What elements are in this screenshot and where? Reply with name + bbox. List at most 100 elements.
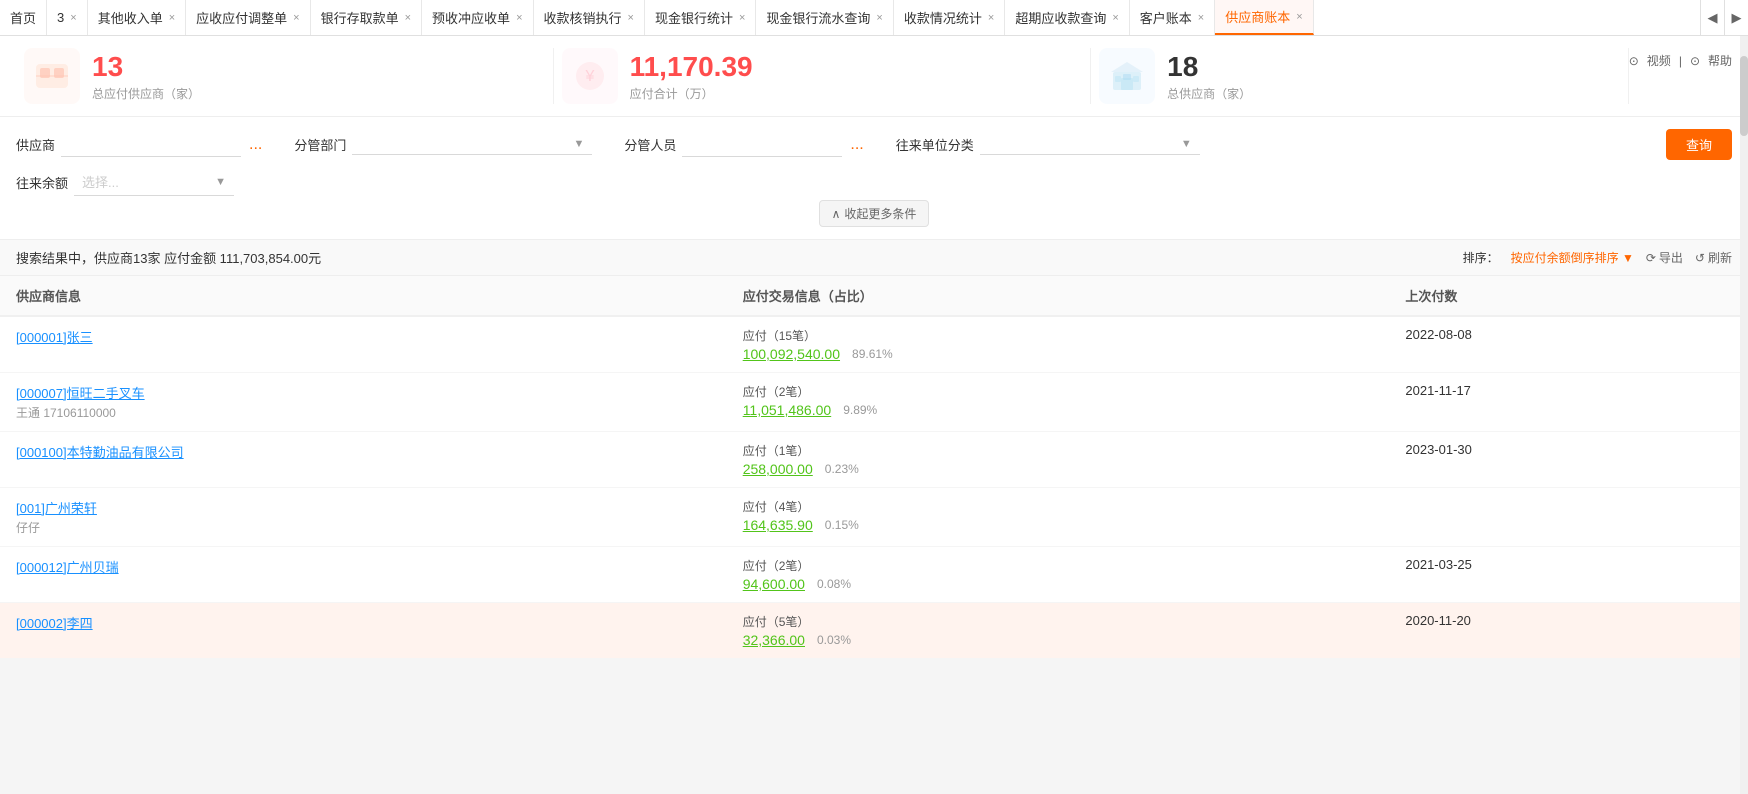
last-pay-cell: 2023-01-30 xyxy=(1389,432,1748,488)
scrollbar[interactable] xyxy=(1740,36,1748,794)
last-pay-cell xyxy=(1389,488,1748,547)
nav-tab-other-income-label: 其他收入单 xyxy=(98,8,163,27)
filter-row-1: 供应商 ... 分管部门 ▼ 分管人员 ... 往来单位分类 ▼ 查询 xyxy=(16,129,1732,160)
nav-tab-cash-stat[interactable]: 现金银行统计 × xyxy=(645,0,756,35)
supplier-info-cell: [001]广州荣轩仔仔 xyxy=(0,488,727,547)
close-tab-bank[interactable]: × xyxy=(405,12,411,24)
balance-dropdown-arrow: ▼ xyxy=(215,176,226,188)
category-select[interactable]: ▼ xyxy=(980,134,1200,155)
nav-tab-cash-flow-label: 现金银行流水查询 xyxy=(766,8,870,27)
close-tab-adjust[interactable]: × xyxy=(293,12,299,24)
nav-tab-collection-stat[interactable]: 收款情况统计 × xyxy=(894,0,1005,35)
tx-amount[interactable]: 164,635.90 xyxy=(743,517,813,533)
help-link[interactable]: 帮助 xyxy=(1708,52,1732,69)
nav-tab-customer-book[interactable]: 客户账本 × xyxy=(1130,0,1215,35)
nav-tab-3[interactable]: 3 × xyxy=(47,0,88,35)
close-tab-customer-book[interactable]: × xyxy=(1198,12,1204,24)
nav-prev-arrow[interactable]: ◀ xyxy=(1700,0,1724,36)
balance-filter-label: 往来余额 xyxy=(16,173,68,192)
nav-tab-overdue[interactable]: 超期应收款查询 × xyxy=(1005,0,1129,35)
person-dots-btn[interactable]: ... xyxy=(850,136,863,154)
person-filter-input[interactable] xyxy=(682,133,842,157)
transaction-cell: 应付（2笔）94,600.000.08% xyxy=(727,547,1390,603)
close-tab-supplier-book[interactable]: × xyxy=(1296,11,1302,23)
query-button[interactable]: 查询 xyxy=(1666,129,1732,160)
nav-tab-supplier-book[interactable]: 供应商账本 × xyxy=(1215,0,1313,35)
dept-select[interactable]: ▼ xyxy=(352,134,592,155)
table-row: [000007]恒旺二手叉车王通 17106110000应付（2笔）11,051… xyxy=(0,373,1748,432)
nav-tab-home[interactable]: 首页 xyxy=(0,0,47,35)
tx-percent: 9.89% xyxy=(843,403,877,417)
help-links: ⊙ 视频 | ⊙ 帮助 xyxy=(1629,48,1732,69)
close-tab-verify[interactable]: × xyxy=(628,12,634,24)
close-tab-collection-stat[interactable]: × xyxy=(988,12,994,24)
balance-select-value: 选择... xyxy=(82,172,119,191)
nav-tab-supplier-book-label: 供应商账本 xyxy=(1225,7,1290,26)
refresh-icon: ↺ xyxy=(1695,251,1705,265)
table-row: [000012]广州贝瑞应付（2笔）94,600.000.08%2021-03-… xyxy=(0,547,1748,603)
tx-amount[interactable]: 32,366.00 xyxy=(743,632,805,648)
tx-amount[interactable]: 94,600.00 xyxy=(743,576,805,592)
nav-tab-adjust[interactable]: 应收应付调整单 × xyxy=(186,0,310,35)
filter-balance: 往来余额 选择... ▼ xyxy=(16,168,234,196)
tx-label: 应付（4笔） xyxy=(743,498,1374,515)
supplier-link[interactable]: [000007]恒旺二手叉车 xyxy=(16,386,145,401)
transaction-cell: 应付（15笔）100,092,540.0089.61% xyxy=(727,316,1390,373)
supplier-info-cell: [000100]本特勤油品有限公司 xyxy=(0,432,727,488)
sort-select[interactable]: 按应付余额倒序排序 ▼ xyxy=(1511,249,1634,266)
nav-tab-3-label: 3 xyxy=(57,10,64,25)
stat-label-suppliers: 总应付供应商（家） xyxy=(92,85,200,102)
supplier-link[interactable]: [000100]本特勤油品有限公司 xyxy=(16,445,184,460)
filter-area: 供应商 ... 分管部门 ▼ 分管人员 ... 往来单位分类 ▼ 查询 xyxy=(0,117,1748,240)
supplier-link[interactable]: [000001]张三 xyxy=(16,330,93,345)
nav-tab-customer-book-label: 客户账本 xyxy=(1140,8,1192,27)
nav-tab-verify-label: 收款核销执行 xyxy=(544,8,622,27)
stat-info-amount: 11,170.39 应付合计（万） xyxy=(630,50,753,103)
top-nav: 首页 3 × 其他收入单 × 应收应付调整单 × 银行存取款单 × 预收冲应收单… xyxy=(0,0,1748,36)
stat-info-suppliers: 13 总应付供应商（家） xyxy=(92,50,200,103)
tx-label: 应付（2笔） xyxy=(743,557,1374,574)
stat-card-amount: ¥ 11,170.39 应付合计（万） xyxy=(554,48,1092,104)
supplier-filter-input[interactable] xyxy=(61,133,241,157)
tx-label: 应付（1笔） xyxy=(743,442,1374,459)
close-tab-other-income[interactable]: × xyxy=(169,12,175,24)
stat-label-total: 总供应商（家） xyxy=(1167,85,1251,102)
video-link[interactable]: 视频 xyxy=(1647,52,1671,69)
supplier-link[interactable]: [001]广州荣轩 xyxy=(16,501,97,516)
tx-amount[interactable]: 258,000.00 xyxy=(743,461,813,477)
supplier-link[interactable]: [000002]李四 xyxy=(16,616,93,631)
refresh-button[interactable]: ↺ 刷新 xyxy=(1695,249,1732,266)
nav-tab-verify[interactable]: 收款核销执行 × xyxy=(534,0,645,35)
balance-select[interactable]: 选择... ▼ xyxy=(74,168,234,196)
nav-tab-cash-flow[interactable]: 现金银行流水查询 × xyxy=(756,0,893,35)
close-tab-cash-flow[interactable]: × xyxy=(876,12,882,24)
nav-tab-bank[interactable]: 银行存取款单 × xyxy=(311,0,422,35)
stat-value-suppliers: 13 xyxy=(92,50,200,84)
export-button[interactable]: ⟳ 导出 xyxy=(1646,249,1683,266)
supplier-info-cell: [000012]广州贝瑞 xyxy=(0,547,727,603)
scrollbar-thumb[interactable] xyxy=(1740,56,1748,136)
supplier-link[interactable]: [000012]广州贝瑞 xyxy=(16,560,119,575)
transaction-cell: 应付（1笔） 258,000.00 0.23% xyxy=(727,432,1390,488)
stat-value-amount: 11,170.39 xyxy=(630,50,753,84)
nav-tab-pre-collect[interactable]: 预收冲应收单 × xyxy=(422,0,533,35)
svg-text:¥: ¥ xyxy=(584,68,594,85)
result-bar: 搜索结果中，供应商13家 应付金额 111,703,854.00元 排序： 按应… xyxy=(0,240,1748,276)
col-header-transaction: 应付交易信息（占比） xyxy=(727,276,1390,316)
filter-person: 分管人员 ... xyxy=(624,133,863,157)
supplier-dots-btn[interactable]: ... xyxy=(249,136,262,154)
refresh-label: 刷新 xyxy=(1708,249,1732,266)
nav-next-arrow[interactable]: ▶ xyxy=(1724,0,1748,36)
close-tab-pre-collect[interactable]: × xyxy=(516,12,522,24)
tx-amount[interactable]: 100,092,540.00 xyxy=(743,346,840,362)
nav-tab-other-income[interactable]: 其他收入单 × xyxy=(88,0,186,35)
close-tab-3[interactable]: × xyxy=(70,12,76,24)
collapse-button[interactable]: ∧ 收起更多条件 xyxy=(819,200,930,227)
nav-tab-bank-label: 银行存取款单 xyxy=(321,8,399,27)
close-tab-overdue[interactable]: × xyxy=(1112,12,1118,24)
circle-icon: ⊙ xyxy=(1629,54,1639,68)
close-tab-cash-stat[interactable]: × xyxy=(739,12,745,24)
tx-percent: 0.23% xyxy=(825,462,859,476)
tx-amount[interactable]: 11,051,486.00 xyxy=(743,402,832,418)
stats-bar: 13 总应付供应商（家） ¥ 11,170.39 应付合计（万） xyxy=(0,36,1748,117)
